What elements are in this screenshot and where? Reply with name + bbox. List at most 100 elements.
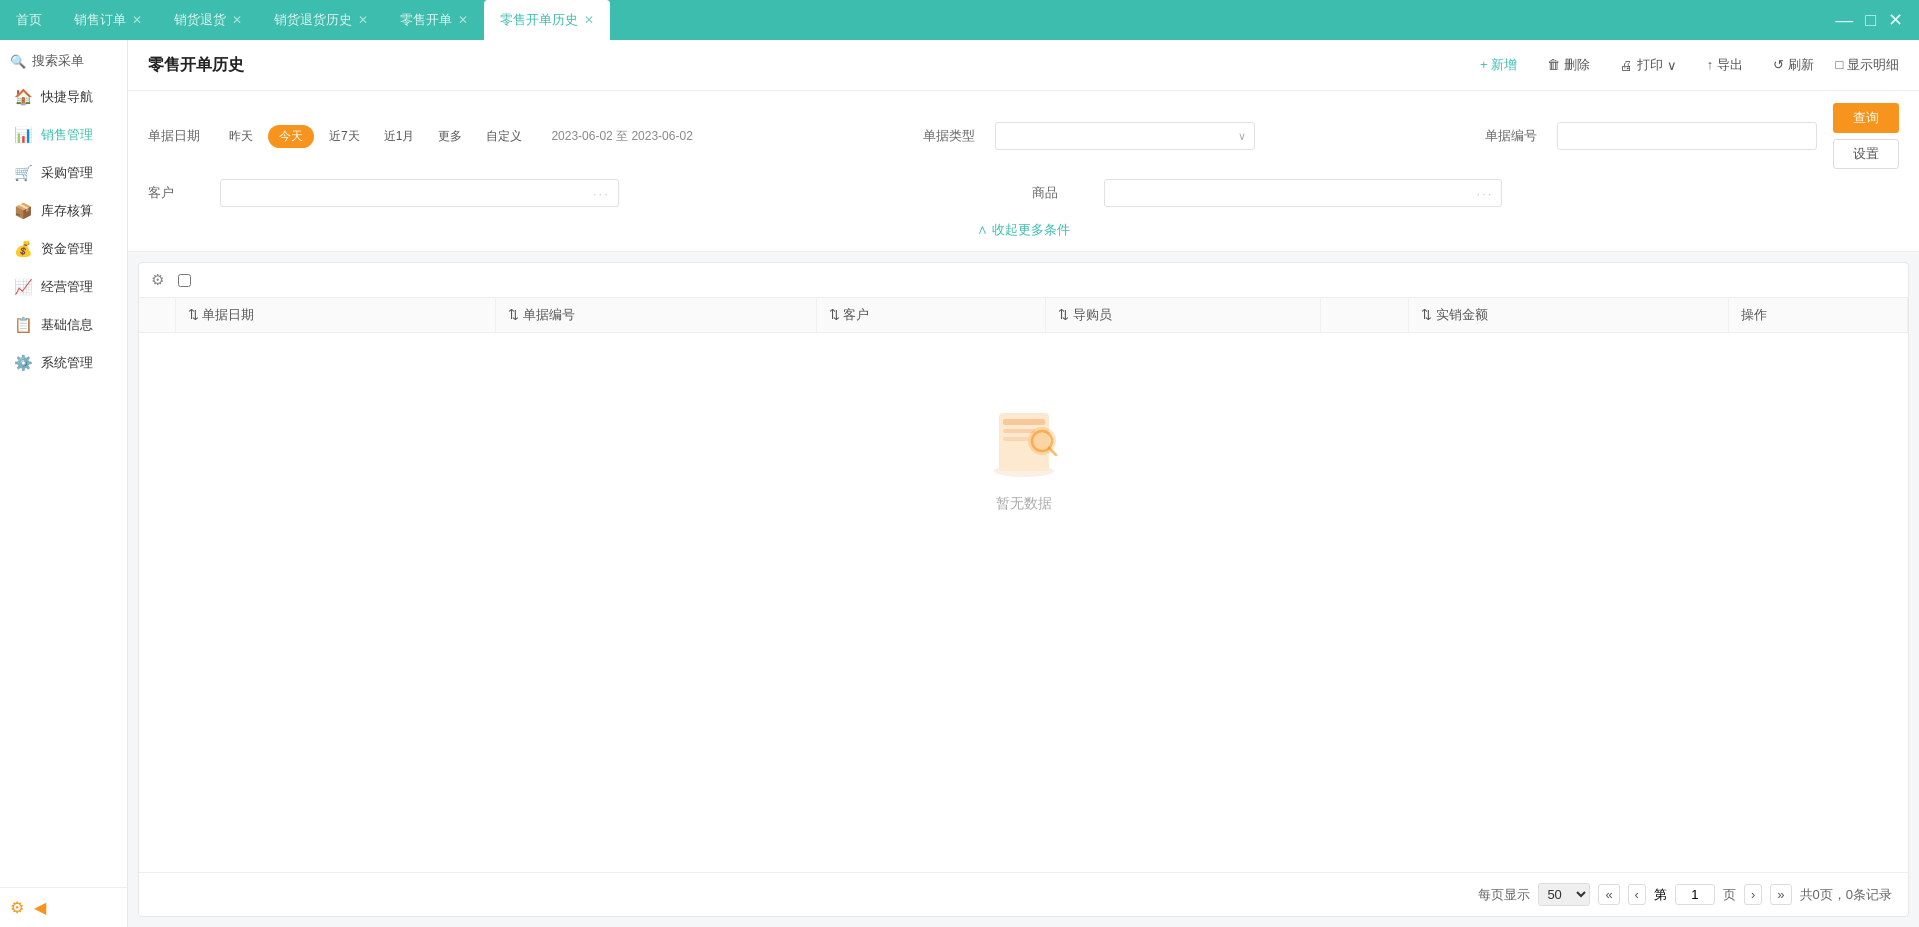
filter-setting-button[interactable]: 设置 <box>1833 139 1899 169</box>
basic-info-icon: 📋 <box>14 316 33 334</box>
next-page-btn[interactable]: › <box>1744 884 1762 905</box>
sidebar-item-operations[interactable]: 📈 经营管理 <box>0 268 127 306</box>
sales-icon: 📊 <box>14 126 33 144</box>
select-all-checkbox[interactable] <box>178 274 191 287</box>
page-number-input[interactable] <box>1675 884 1715 905</box>
table-wrapper: ⇅ 单据日期 ⇅ 单据编号 ⇅ 客户 <box>139 298 1908 872</box>
page-label: 页 <box>1723 886 1736 904</box>
first-page-btn[interactable]: « <box>1598 884 1619 905</box>
sidebar-item-finance[interactable]: 💰 资金管理 <box>0 230 127 268</box>
window-max-btn[interactable]: □ <box>1865 10 1876 31</box>
tab-retail-history[interactable]: 零售开单历史 ✕ <box>484 0 610 40</box>
prev-page-btn[interactable]: ‹ <box>1628 884 1646 905</box>
number-input[interactable] <box>1557 122 1817 150</box>
col-amount[interactable]: ⇅ 实销金额 <box>1408 298 1729 333</box>
query-button[interactable]: 查询 <box>1833 103 1899 133</box>
operations-icon: 📈 <box>14 278 33 296</box>
delete-button[interactable]: 🗑 删除 <box>1539 52 1598 78</box>
type-select[interactable]: ∨ <box>995 122 1255 150</box>
product-input[interactable]: ··· <box>1104 179 1503 207</box>
page-size-label: 每页显示 <box>1478 886 1530 904</box>
product-dots-icon: ··· <box>1476 186 1493 201</box>
filter-row-2: 客户 ··· 商品 ··· <box>148 179 1899 207</box>
page-title: 零售开单历史 <box>148 55 244 76</box>
col-salesperson[interactable]: ⇅ 导购员 <box>1046 298 1321 333</box>
total-info: 共0页，0条记录 <box>1800 886 1892 904</box>
date-range: 2023-06-02 至 2023-06-02 <box>551 128 692 145</box>
display-detail-button[interactable]: □ 显示明细 <box>1836 56 1899 74</box>
content-area: 零售开单历史 + 新增 🗑 删除 🖨 打印 ∨ ↑ 导出 ↺ 刷新 □ 显示明细… <box>128 40 1919 927</box>
sidebar-item-sys-mgmt[interactable]: ⚙️ 系统管理 <box>0 344 127 382</box>
add-button[interactable]: + 新增 <box>1472 52 1525 78</box>
export-button[interactable]: ↑ 导出 <box>1699 52 1751 78</box>
print-label: 打印 <box>1637 56 1663 74</box>
sidebar-item-quick-nav[interactable]: 🏠 快捷导航 <box>0 78 127 116</box>
sidebar: 🔍 搜索采单 🏠 快捷导航 📊 销售管理 🛒 采购管理 📦 库存核算 💰 资金管… <box>0 40 128 927</box>
close-sales-order[interactable]: ✕ <box>132 13 142 27</box>
date-btn-today[interactable]: 今天 <box>268 125 314 148</box>
customer-dots-icon: ··· <box>593 186 610 201</box>
table-gear-icon[interactable]: ⚙ <box>151 271 164 289</box>
close-return-history[interactable]: ✕ <box>358 13 368 27</box>
number-label: 单据编号 <box>1485 127 1541 145</box>
sidebar-item-purchase-mgmt[interactable]: 🛒 采购管理 <box>0 154 127 192</box>
date-btn-more[interactable]: 更多 <box>429 125 471 148</box>
col-action: 操作 <box>1729 298 1908 333</box>
pagination: 每页显示 50 10 20 100 « ‹ 第 页 › » 共0页，0条记录 <box>139 872 1908 916</box>
table-area: ⚙ ⇅ 单据日期 ⇅ 单据编号 <box>138 262 1909 917</box>
tab-sales-order[interactable]: 销售订单 ✕ <box>58 0 158 40</box>
close-retail-open[interactable]: ✕ <box>458 13 468 27</box>
date-btn-yesterday[interactable]: 昨天 <box>220 125 262 148</box>
window-close-btn[interactable]: ✕ <box>1888 9 1903 31</box>
date-btn-7days[interactable]: 近7天 <box>320 125 369 148</box>
header-actions: + 新增 🗑 删除 🖨 打印 ∨ ↑ 导出 ↺ 刷新 □ 显示明细 <box>1472 52 1899 78</box>
sidebar-search[interactable]: 🔍 搜索采单 <box>0 40 127 78</box>
sidebar-item-sales-mgmt[interactable]: 📊 销售管理 <box>0 116 127 154</box>
date-label: 单据日期 <box>148 127 204 145</box>
empty-state: 暂无数据 <box>139 333 1908 573</box>
sidebar-item-inventory[interactable]: 📦 库存核算 <box>0 192 127 230</box>
table-toolbar: ⚙ <box>139 263 1908 298</box>
type-label: 单据类型 <box>923 127 979 145</box>
collapse-filter-btn[interactable]: ∧ 收起更多条件 <box>965 217 1082 243</box>
right-btns: 查询 设置 <box>1833 103 1899 169</box>
last-page-btn[interactable]: » <box>1770 884 1791 905</box>
print-button[interactable]: 🖨 打印 ∨ <box>1612 52 1685 78</box>
settings-btn[interactable]: ⚙ <box>10 898 24 917</box>
tab-retail-open[interactable]: 零售开单 ✕ <box>384 0 484 40</box>
customer-input[interactable]: ··· <box>220 179 619 207</box>
filter-row-1: 单据日期 昨天 今天 近7天 近1月 更多 自定义 2023-06-02 至 2… <box>148 103 1899 169</box>
col-customer[interactable]: ⇅ 客户 <box>816 298 1046 333</box>
window-controls: — □ ✕ <box>1835 9 1919 31</box>
svg-rect-4 <box>1003 437 1029 441</box>
date-btn-1month[interactable]: 近1月 <box>375 125 424 148</box>
svg-rect-2 <box>1003 419 1045 425</box>
close-retail-history[interactable]: ✕ <box>584 13 594 27</box>
page-header: 零售开单历史 + 新增 🗑 删除 🖨 打印 ∨ ↑ 导出 ↺ 刷新 □ 显示明细 <box>128 40 1919 91</box>
data-table: ⇅ 单据日期 ⇅ 单据编号 ⇅ 客户 <box>139 298 1908 333</box>
col-number[interactable]: ⇅ 单据编号 <box>496 298 817 333</box>
date-btn-custom[interactable]: 自定义 <box>477 125 531 148</box>
filter-area: 单据日期 昨天 今天 近7天 近1月 更多 自定义 2023-06-02 至 2… <box>128 91 1919 252</box>
sidebar-item-basic-info[interactable]: 📋 基础信息 <box>0 306 127 344</box>
collapse-sidebar-btn[interactable]: ◀ <box>34 898 46 917</box>
window-min-btn[interactable]: — <box>1835 10 1853 31</box>
close-sales-return[interactable]: ✕ <box>232 13 242 27</box>
page-size-select[interactable]: 50 10 20 100 <box>1538 883 1590 906</box>
sys-mgmt-icon: ⚙️ <box>14 354 33 372</box>
inventory-icon: 📦 <box>14 202 33 220</box>
purchase-icon: 🛒 <box>14 164 33 182</box>
print-arrow: ∨ <box>1667 58 1677 73</box>
svg-rect-3 <box>1003 429 1035 433</box>
tab-sales-return[interactable]: 销货退货 ✕ <box>158 0 258 40</box>
table-header: ⇅ 单据日期 ⇅ 单据编号 ⇅ 客户 <box>139 298 1908 333</box>
sidebar-bottom: ⚙ ◀ <box>0 887 127 927</box>
home-icon: 🏠 <box>14 88 33 106</box>
tab-home[interactable]: 首页 <box>0 0 58 40</box>
col-date[interactable]: ⇅ 单据日期 <box>175 298 496 333</box>
refresh-button[interactable]: ↺ 刷新 <box>1765 52 1822 78</box>
col-index <box>139 298 175 333</box>
main-layout: 🔍 搜索采单 🏠 快捷导航 📊 销售管理 🛒 采购管理 📦 库存核算 💰 资金管… <box>0 40 1919 927</box>
tab-sales-return-history[interactable]: 销货退货历史 ✕ <box>258 0 384 40</box>
top-bar: 首页 销售订单 ✕ 销货退货 ✕ 销货退货历史 ✕ 零售开单 ✕ 零售开单历史 … <box>0 0 1919 40</box>
